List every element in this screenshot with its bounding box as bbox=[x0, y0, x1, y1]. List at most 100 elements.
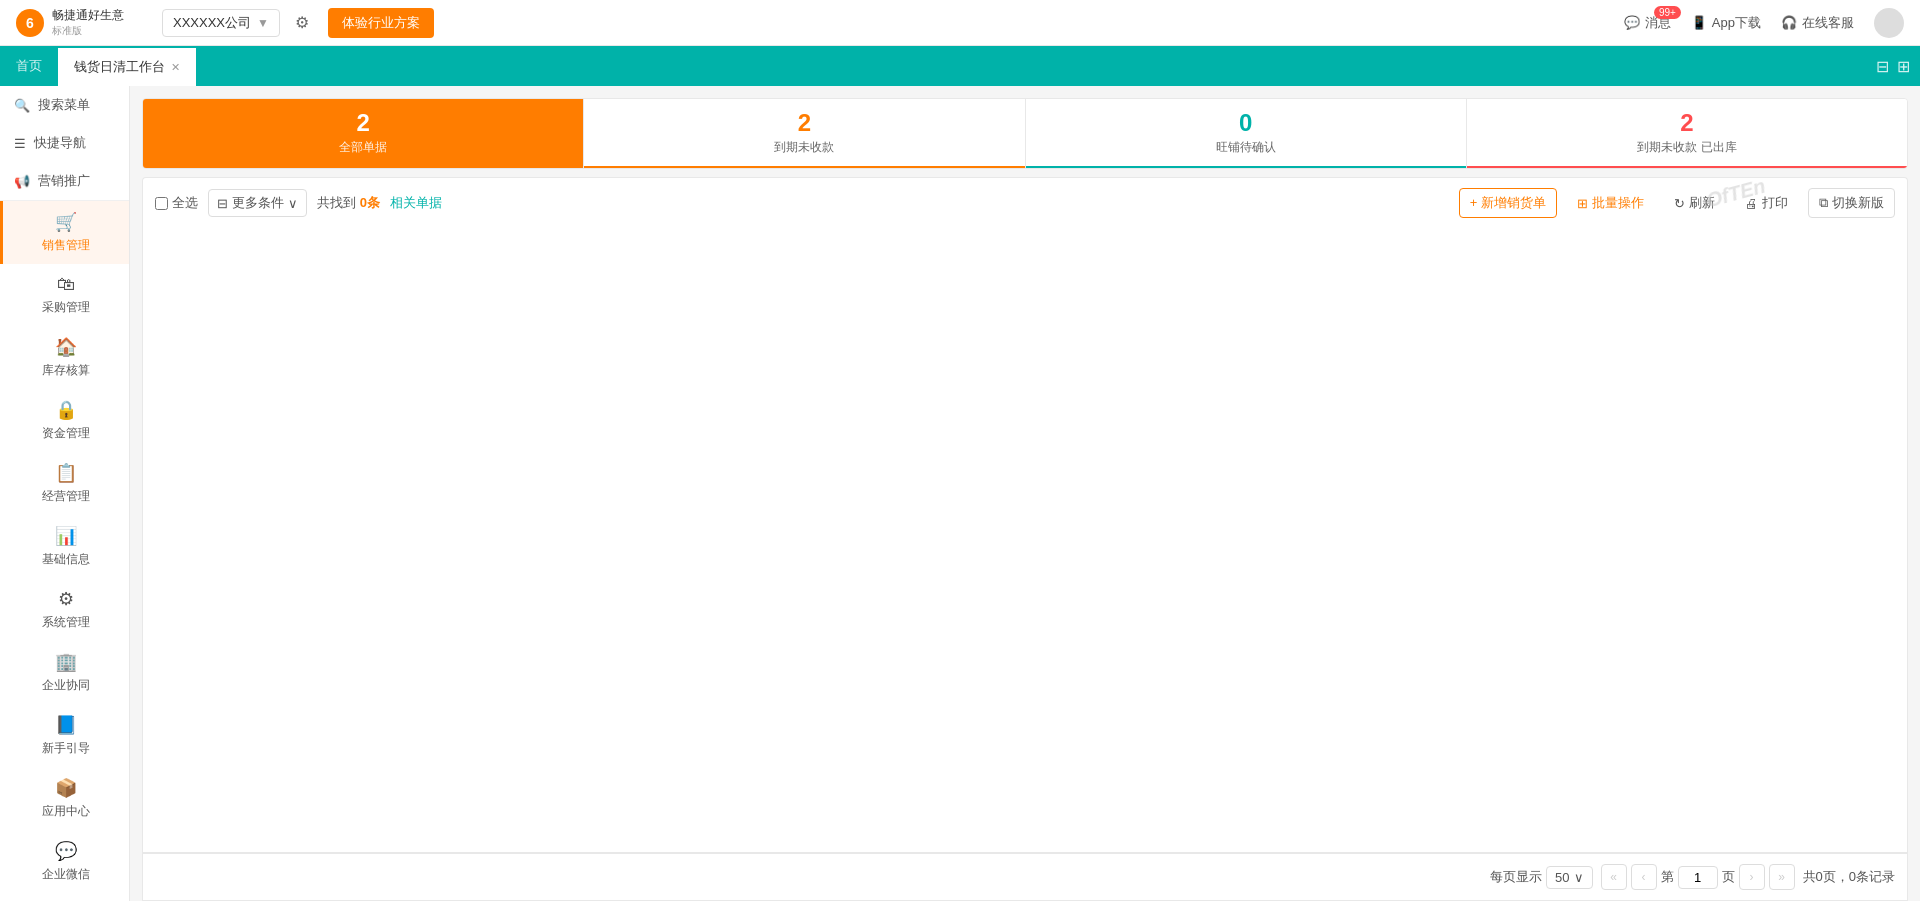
related-link[interactable]: 相关单据 bbox=[390, 194, 442, 212]
stat-tab-all[interactable]: 2 全部单据 bbox=[143, 99, 584, 168]
prev-page-button[interactable]: ‹ bbox=[1631, 864, 1657, 890]
stat-label-overdue: 到期未收款 bbox=[774, 139, 834, 156]
header-right: 💬 消息 99+ 📱 App下载 🎧 在线客服 bbox=[1624, 8, 1904, 38]
sidebar-quick-nav[interactable]: ☰ 快捷导航 bbox=[0, 124, 129, 162]
logo-icon: 6 bbox=[16, 9, 44, 37]
purchase-icon: 🛍 bbox=[57, 274, 75, 295]
refresh-icon: ↻ bbox=[1674, 196, 1685, 211]
stat-tabs: 2 全部单据 2 到期未收款 0 旺铺待确认 2 到期未收款 已出库 bbox=[142, 98, 1908, 169]
avatar bbox=[1874, 8, 1904, 38]
found-count: 0条 bbox=[360, 195, 380, 210]
sidebar-item-member[interactable]: ▼ 畅会员 bbox=[0, 893, 129, 901]
stat-label-wangpu: 旺铺待确认 bbox=[1216, 139, 1276, 156]
chevron-down-icon: ▼ bbox=[257, 16, 269, 30]
close-tab-icon[interactable]: ✕ bbox=[171, 61, 180, 74]
last-page-button[interactable]: » bbox=[1769, 864, 1795, 890]
maximize-icon[interactable]: ⊞ bbox=[1897, 57, 1910, 76]
total-info: 共0页，0条记录 bbox=[1803, 868, 1895, 886]
content-area: 2 全部单据 2 到期未收款 0 旺铺待确认 2 到期未收款 已出库 bbox=[130, 86, 1920, 901]
experience-button[interactable]: 体验行业方案 bbox=[328, 8, 434, 38]
sidebar-item-basic[interactable]: 📊 基础信息 bbox=[0, 515, 129, 578]
stat-number-wangpu: 0 bbox=[1239, 111, 1252, 135]
first-page-button[interactable]: « bbox=[1601, 864, 1627, 890]
settings-button[interactable]: ⚙ bbox=[288, 9, 316, 37]
tab-bar: 首页 钱货日清工作台 ✕ ⊟ ⊞ bbox=[0, 46, 1920, 86]
sidebar-item-system[interactable]: ⚙ 系统管理 bbox=[0, 578, 129, 641]
sidebar-marketing[interactable]: 📢 营销推广 bbox=[0, 162, 129, 200]
enterprise-icon: 🏢 bbox=[55, 651, 77, 673]
select-all-checkbox[interactable]: 全选 bbox=[155, 194, 198, 212]
finance-icon: 🔒 bbox=[55, 399, 77, 421]
toolbar: 全选 ⊟ 更多条件 ∨ 共找到 0条 相关单据 + 新增销货单 ⊞ 批量操作 bbox=[142, 177, 1908, 228]
tab-bar-right: ⊟ ⊞ bbox=[1876, 57, 1920, 76]
basic-icon: 📊 bbox=[55, 525, 77, 547]
switch-icon: ⧉ bbox=[1819, 195, 1828, 211]
service-icon: 🎧 bbox=[1781, 15, 1797, 30]
logo-area: 6 畅捷通好生意 标准版 bbox=[16, 8, 146, 37]
avatar-area[interactable] bbox=[1874, 8, 1904, 38]
print-icon: 🖨 bbox=[1745, 196, 1758, 211]
toolbar-right: + 新增销货单 ⊞ 批量操作 ↻ 刷新 🖨 打印 ⧉ 切换新版 bbox=[1459, 188, 1895, 218]
per-page-dropdown[interactable]: 50 ∨ bbox=[1546, 866, 1592, 889]
company-selector[interactable]: XXXXXX公司 ▼ bbox=[162, 9, 280, 37]
wechat-icon: 💬 bbox=[55, 840, 77, 862]
sidebar-item-purchase[interactable]: 🛍 采购管理 bbox=[0, 264, 129, 326]
sidebar-item-apps[interactable]: 📦 应用中心 bbox=[0, 767, 129, 830]
stat-number-shipped: 2 bbox=[1680, 111, 1693, 135]
app-download-action[interactable]: 📱 App下载 bbox=[1691, 14, 1761, 32]
stat-label-shipped: 到期未收款 已出库 bbox=[1637, 139, 1736, 156]
sidebar-item-inventory[interactable]: 🏠 库存核算 bbox=[0, 326, 129, 389]
minimize-icon[interactable]: ⊟ bbox=[1876, 57, 1889, 76]
per-page-select: 每页显示 50 ∨ bbox=[1490, 866, 1592, 889]
refresh-button[interactable]: ↻ 刷新 bbox=[1664, 189, 1725, 217]
filter-button[interactable]: ⊟ 更多条件 ∨ bbox=[208, 189, 307, 217]
pagination-bar: 每页显示 50 ∨ « ‹ 第 页 › » 共0页，0条记录 bbox=[142, 853, 1908, 901]
select-all-input[interactable] bbox=[155, 197, 168, 210]
sidebar-item-guide[interactable]: 📘 新手引导 bbox=[0, 704, 129, 767]
sidebar: 🔍 搜索菜单 ☰ 快捷导航 📢 营销推广 🛒 销售管理 🛍 采购管理 🏠 库存核… bbox=[0, 86, 130, 901]
company-name: XXXXXX公司 bbox=[173, 14, 251, 32]
sidebar-item-enterprise[interactable]: 🏢 企业协同 bbox=[0, 641, 129, 704]
stat-tab-wangpu[interactable]: 0 旺铺待确认 bbox=[1026, 99, 1467, 168]
guide-icon: 📘 bbox=[55, 714, 77, 736]
batch-icon: ⊞ bbox=[1577, 196, 1588, 211]
operation-icon: 📋 bbox=[55, 462, 77, 484]
print-button[interactable]: 🖨 打印 bbox=[1735, 189, 1798, 217]
sidebar-item-sales[interactable]: 🛒 销售管理 bbox=[0, 201, 129, 264]
stat-tab-overdue[interactable]: 2 到期未收款 bbox=[584, 99, 1025, 168]
online-service-action[interactable]: 🎧 在线客服 bbox=[1781, 14, 1854, 32]
apps-icon: 📦 bbox=[55, 777, 77, 799]
system-icon: ⚙ bbox=[58, 588, 74, 610]
logo-text: 畅捷通好生意 标准版 bbox=[52, 8, 124, 37]
search-icon: 🔍 bbox=[14, 98, 30, 113]
message-icon: 💬 bbox=[1624, 15, 1640, 30]
found-text: 共找到 0条 bbox=[317, 194, 380, 212]
nav-icon: ☰ bbox=[14, 136, 26, 151]
message-action[interactable]: 💬 消息 99+ bbox=[1624, 14, 1671, 32]
tab-workbench[interactable]: 钱货日清工作台 ✕ bbox=[58, 46, 196, 86]
table-area bbox=[142, 228, 1908, 853]
sidebar-item-operation[interactable]: 📋 经营管理 bbox=[0, 452, 129, 515]
page-nav: « ‹ 第 页 › » bbox=[1601, 864, 1795, 890]
sales-icon: 🛒 bbox=[55, 211, 77, 233]
tab-home[interactable]: 首页 bbox=[0, 46, 58, 86]
sidebar-item-wechat[interactable]: 💬 企业微信 bbox=[0, 830, 129, 893]
stat-tab-shipped[interactable]: 2 到期未收款 已出库 bbox=[1467, 99, 1907, 168]
stat-number-all: 2 bbox=[356, 111, 369, 135]
next-page-button[interactable]: › bbox=[1739, 864, 1765, 890]
inventory-icon: 🏠 bbox=[55, 336, 77, 358]
main-layout: 🔍 搜索菜单 ☰ 快捷导航 📢 营销推广 🛒 销售管理 🛍 采购管理 🏠 库存核… bbox=[0, 86, 1920, 901]
message-badge: 99+ bbox=[1654, 6, 1681, 19]
marketing-icon: 📢 bbox=[14, 174, 30, 189]
add-sale-button[interactable]: + 新增销货单 bbox=[1459, 188, 1557, 218]
batch-op-button[interactable]: ⊞ 批量操作 bbox=[1567, 189, 1654, 217]
page-number-input[interactable] bbox=[1678, 866, 1718, 889]
sidebar-search[interactable]: 🔍 搜索菜单 bbox=[0, 86, 129, 124]
stat-label-all: 全部单据 bbox=[339, 139, 387, 156]
switch-version-button[interactable]: ⧉ 切换新版 bbox=[1808, 188, 1895, 218]
sidebar-item-finance[interactable]: 🔒 资金管理 bbox=[0, 389, 129, 452]
filter-chevron-icon: ∨ bbox=[288, 196, 298, 211]
sidebar-top-actions: 🔍 搜索菜单 ☰ 快捷导航 📢 营销推广 bbox=[0, 86, 129, 201]
download-icon: 📱 bbox=[1691, 15, 1707, 30]
toolbar-left: 全选 ⊟ 更多条件 ∨ 共找到 0条 相关单据 bbox=[155, 189, 1447, 217]
